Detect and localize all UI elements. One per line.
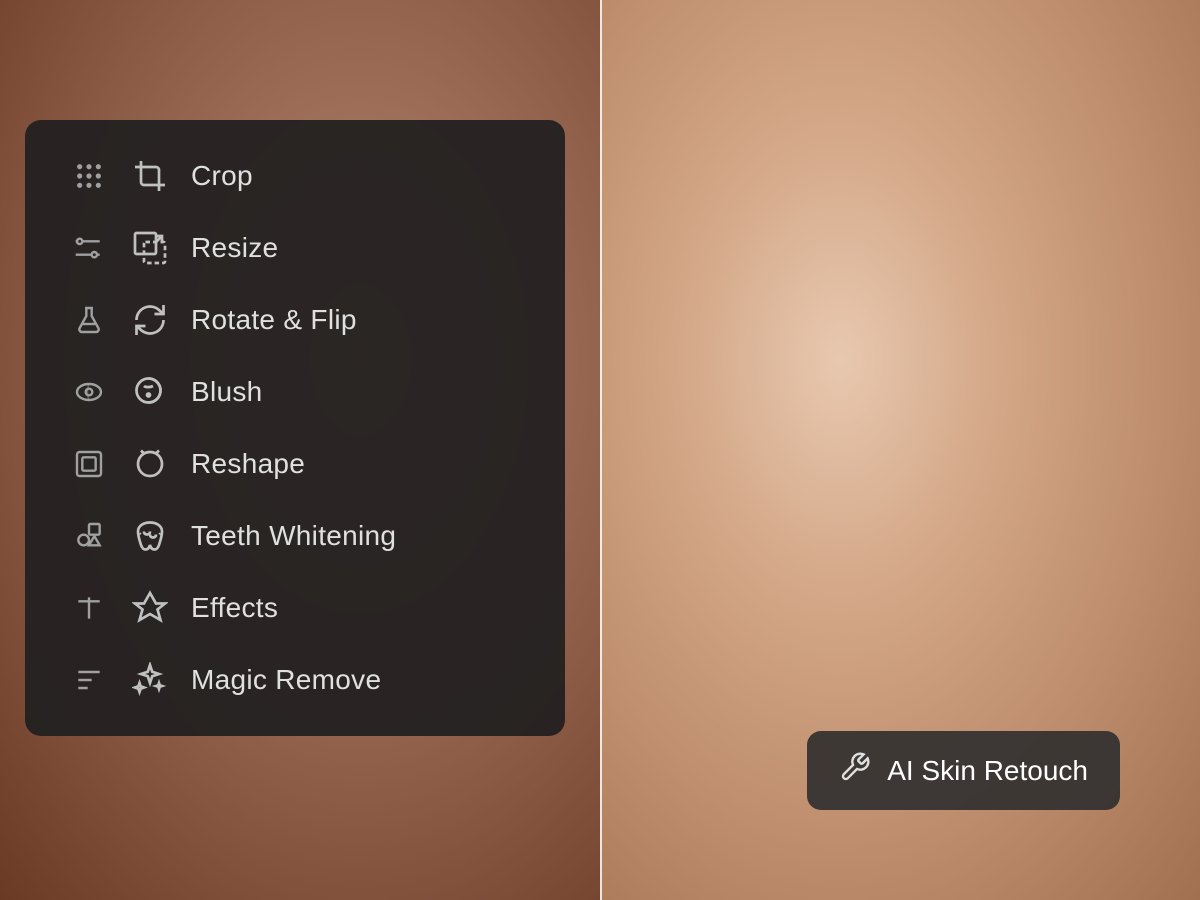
ai-badge-label: AI Skin Retouch xyxy=(887,755,1088,787)
crop-icon xyxy=(125,158,175,194)
rotate-icon xyxy=(125,302,175,338)
magic-icon xyxy=(125,662,175,698)
sidebar-item-rotate-flip[interactable]: Rotate & Flip xyxy=(25,284,565,356)
split-divider xyxy=(600,0,602,900)
teeth-icon xyxy=(125,518,175,554)
flask-icon xyxy=(53,304,125,336)
text-t-icon xyxy=(53,592,125,624)
magic-remove-label: Magic Remove xyxy=(191,664,381,696)
sidebar-item-blush[interactable]: Blush xyxy=(25,356,565,428)
sidebar-item-effects[interactable]: Effects xyxy=(25,572,565,644)
grid-icon xyxy=(53,160,125,192)
effects-icon xyxy=(125,590,175,626)
teeth-whitening-label: Teeth Whitening xyxy=(191,520,396,552)
ai-skin-retouch-badge[interactable]: AI Skin Retouch xyxy=(807,731,1120,810)
reshape-label: Reshape xyxy=(191,448,305,480)
sidebar-item-reshape[interactable]: Reshape xyxy=(25,428,565,500)
crop-label: Crop xyxy=(191,160,253,192)
blush-icon xyxy=(125,374,175,410)
text-icon-2 xyxy=(53,664,125,696)
resize-label: Resize xyxy=(191,232,278,264)
sidebar-item-crop[interactable]: Crop xyxy=(25,140,565,212)
square-icon xyxy=(53,448,125,480)
sidebar-item-resize[interactable]: Resize xyxy=(25,212,565,284)
sidebar-item-magic-remove[interactable]: Magic Remove xyxy=(25,644,565,716)
resize-icon xyxy=(125,230,175,266)
eye-icon xyxy=(53,376,125,408)
sidebar-item-teeth-whitening[interactable]: Teeth Whitening xyxy=(25,500,565,572)
shapes-icon xyxy=(53,520,125,552)
sliders-icon xyxy=(53,232,125,264)
ai-retouch-icon xyxy=(839,751,871,790)
rotate-flip-label: Rotate & Flip xyxy=(191,304,357,336)
reshape-icon xyxy=(125,446,175,482)
sidebar-panel: Crop Resize xyxy=(25,120,565,736)
blush-label: Blush xyxy=(191,376,263,408)
effects-label: Effects xyxy=(191,592,278,624)
